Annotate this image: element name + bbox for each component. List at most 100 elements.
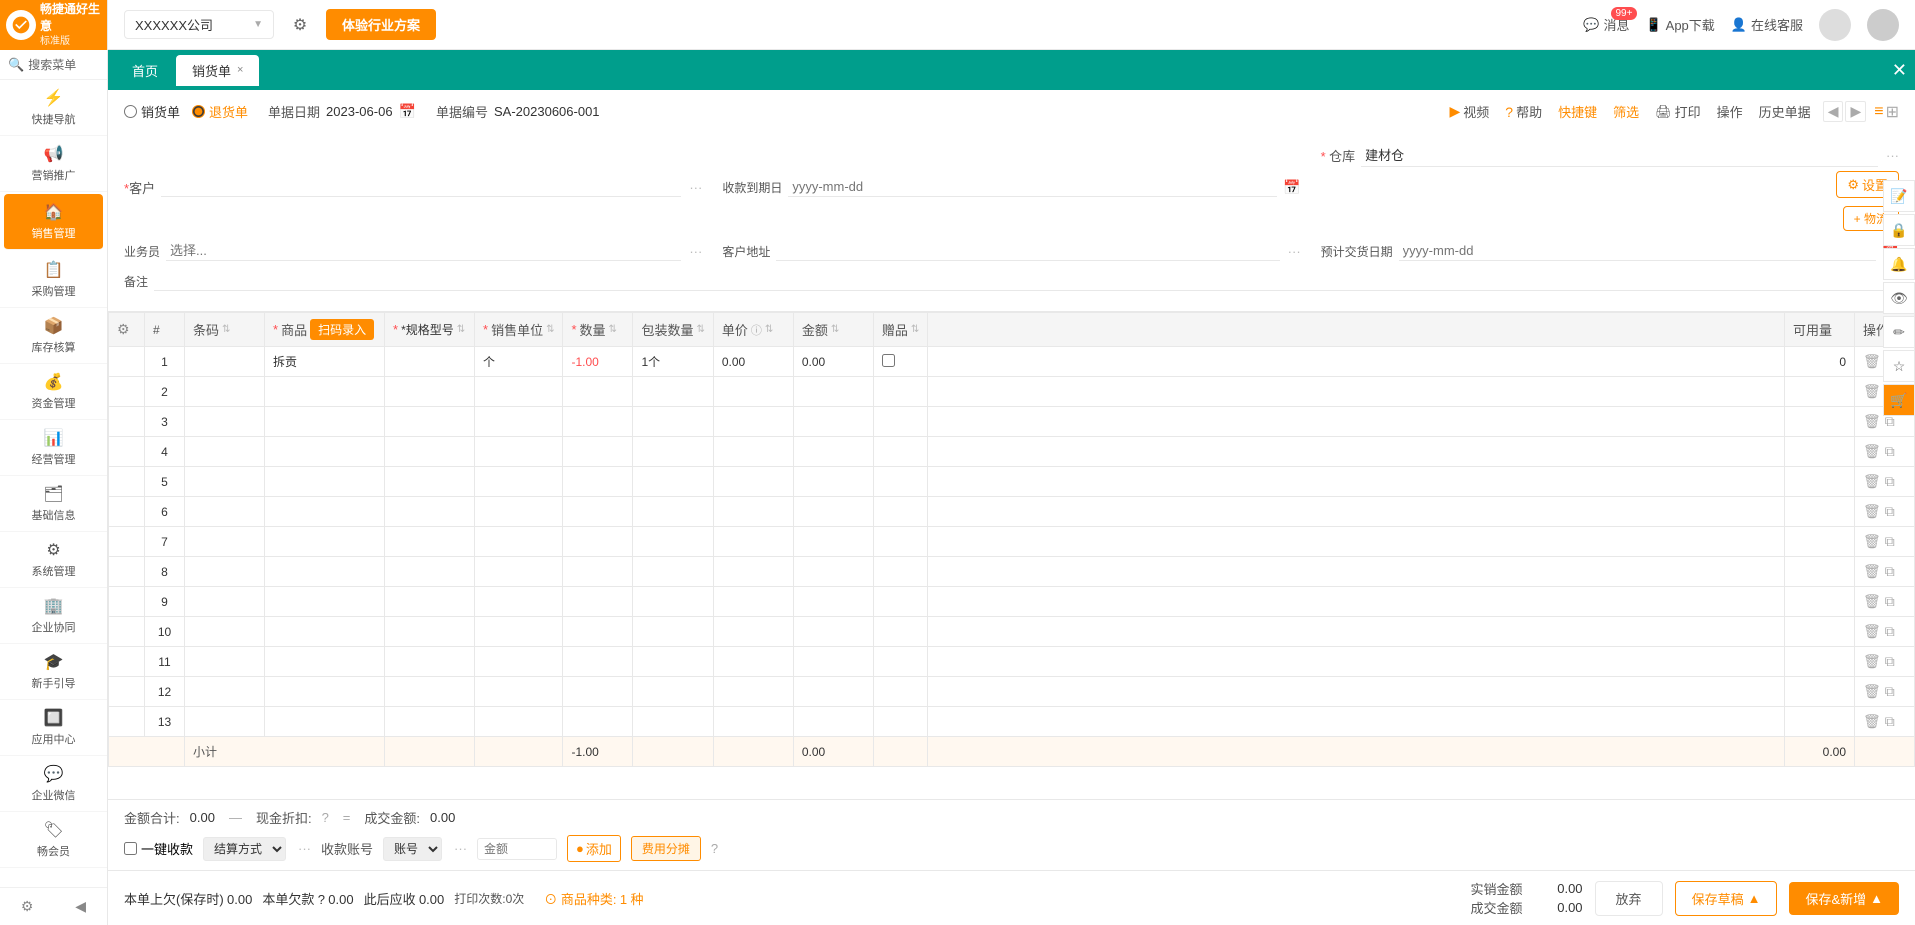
- row-pkgqty[interactable]: [633, 467, 713, 497]
- row-memo[interactable]: [928, 407, 1785, 437]
- row-goods[interactable]: 拆贡: [265, 347, 385, 377]
- float-btn-2[interactable]: 🔒: [1883, 214, 1915, 246]
- row-gift[interactable]: [873, 677, 927, 707]
- sidebar-item-finance[interactable]: 💰 资金管理: [0, 364, 107, 420]
- fenpai-help-icon[interactable]: ?: [711, 841, 718, 856]
- payment-checkbox-input[interactable]: [124, 842, 137, 855]
- row-memo[interactable]: [928, 347, 1785, 377]
- row-memo[interactable]: [928, 707, 1785, 737]
- row-goods[interactable]: [265, 647, 385, 677]
- row-memo[interactable]: [928, 437, 1785, 467]
- row-gift[interactable]: [873, 497, 927, 527]
- row-qty[interactable]: [563, 617, 633, 647]
- row-goods[interactable]: [265, 617, 385, 647]
- copy-icon[interactable]: ⧉: [1885, 713, 1895, 730]
- row-amount[interactable]: [793, 677, 873, 707]
- row-amount[interactable]: [793, 437, 873, 467]
- row-price[interactable]: [713, 497, 793, 527]
- sidebar-item-purchase[interactable]: 📋 采购管理: [0, 252, 107, 308]
- tab-close-icon[interactable]: ×: [237, 64, 243, 76]
- row-pkgqty[interactable]: [633, 497, 713, 527]
- sort-gift-icon[interactable]: ⇅: [911, 324, 919, 335]
- radio-return-input[interactable]: [192, 105, 205, 118]
- delete-icon[interactable]: 🗑: [1863, 353, 1881, 370]
- row-barcode[interactable]: [185, 347, 265, 377]
- row-goods[interactable]: [265, 527, 385, 557]
- row-spec[interactable]: [385, 527, 475, 557]
- fenpai-button[interactable]: 费用分摊: [631, 836, 701, 861]
- row-price[interactable]: [713, 437, 793, 467]
- row-amount[interactable]: [793, 587, 873, 617]
- row-qty[interactable]: [563, 497, 633, 527]
- save-draft-button[interactable]: 保存草稿 ▲: [1675, 881, 1778, 916]
- delivery-date-input[interactable]: [1399, 241, 1876, 261]
- row-amount[interactable]: [793, 617, 873, 647]
- sidebar-item-enterprise[interactable]: 🏢 企业协同: [0, 588, 107, 644]
- copy-icon[interactable]: ⧉: [1885, 563, 1895, 580]
- delete-icon[interactable]: 🗑: [1863, 533, 1881, 550]
- row-memo[interactable]: [928, 617, 1785, 647]
- topbar-settings-button[interactable]: ⚙: [284, 9, 316, 41]
- row-goods[interactable]: [265, 707, 385, 737]
- sort-price-icon[interactable]: ⇅: [765, 324, 773, 335]
- row-unit[interactable]: 个: [475, 347, 563, 377]
- row-price[interactable]: [713, 647, 793, 677]
- row-pkgqty[interactable]: [633, 647, 713, 677]
- row-amount[interactable]: [793, 557, 873, 587]
- radio-return[interactable]: 退货单: [192, 102, 248, 121]
- row-gift[interactable]: [873, 377, 927, 407]
- warehouse-dots[interactable]: ···: [1886, 148, 1899, 163]
- delete-icon[interactable]: 🗑: [1863, 383, 1881, 400]
- row-amount[interactable]: [793, 377, 873, 407]
- delete-icon[interactable]: 🗑: [1863, 713, 1881, 730]
- row-price[interactable]: [713, 557, 793, 587]
- row-qty[interactable]: [563, 707, 633, 737]
- delete-icon[interactable]: 🗑: [1863, 413, 1881, 430]
- row-goods[interactable]: [265, 587, 385, 617]
- customer-dots[interactable]: ···: [689, 180, 702, 195]
- row-pkgqty[interactable]: [633, 437, 713, 467]
- delete-icon[interactable]: 🗑: [1863, 623, 1881, 640]
- copy-icon[interactable]: ⧉: [1885, 503, 1895, 520]
- warehouse-value[interactable]: 建材仓: [1361, 143, 1878, 167]
- app-download-button[interactable]: 📱 App下载: [1645, 15, 1714, 34]
- row-gift[interactable]: [873, 587, 927, 617]
- price-info-icon[interactable]: ⓘ: [751, 322, 762, 338]
- copy-icon[interactable]: ⧉: [1885, 533, 1895, 550]
- sidebar-item-system[interactable]: ⚙ 系统管理: [0, 532, 107, 588]
- row-unit[interactable]: [475, 437, 563, 467]
- calendar-icon[interactable]: 📅: [399, 103, 416, 120]
- row-amount[interactable]: 0.00: [793, 347, 873, 377]
- copy-icon[interactable]: ⧉: [1885, 593, 1895, 610]
- settlement-dots[interactable]: ···: [298, 841, 311, 856]
- account-dots[interactable]: ···: [454, 841, 467, 856]
- sort-amount-icon[interactable]: ⇅: [831, 324, 839, 335]
- row-spec[interactable]: [385, 497, 475, 527]
- row-pkgqty[interactable]: [633, 527, 713, 557]
- float-btn-1[interactable]: 📝: [1883, 180, 1915, 212]
- online-service-button[interactable]: 👤 在线客服: [1731, 15, 1803, 34]
- row-qty[interactable]: [563, 407, 633, 437]
- copy-icon[interactable]: ⧉: [1885, 443, 1895, 460]
- row-unit[interactable]: [475, 557, 563, 587]
- row-qty[interactable]: [563, 437, 633, 467]
- row-spec[interactable]: [385, 677, 475, 707]
- row-memo[interactable]: [928, 527, 1785, 557]
- row-price[interactable]: [713, 377, 793, 407]
- delete-icon[interactable]: 🗑: [1863, 443, 1881, 460]
- row-amount[interactable]: [793, 497, 873, 527]
- row-amount[interactable]: [793, 647, 873, 677]
- row-memo[interactable]: [928, 587, 1785, 617]
- discard-button[interactable]: 放弃: [1595, 881, 1663, 916]
- sidebar-item-base[interactable]: 🗂 基础信息: [0, 476, 107, 532]
- row-price[interactable]: [713, 407, 793, 437]
- settlement-method-select[interactable]: 结算方式: [203, 837, 286, 861]
- row-price[interactable]: 0.00: [713, 347, 793, 377]
- message-button[interactable]: 💬 消息 99+: [1583, 15, 1629, 34]
- sidebar-item-wechat[interactable]: 💬 企业微信: [0, 756, 107, 812]
- row-amount[interactable]: [793, 527, 873, 557]
- row-pkgqty[interactable]: [633, 377, 713, 407]
- sort-pkgqty-icon[interactable]: ⇅: [696, 324, 704, 335]
- row-unit[interactable]: [475, 647, 563, 677]
- payment-checkbox[interactable]: 一键收款: [124, 839, 193, 858]
